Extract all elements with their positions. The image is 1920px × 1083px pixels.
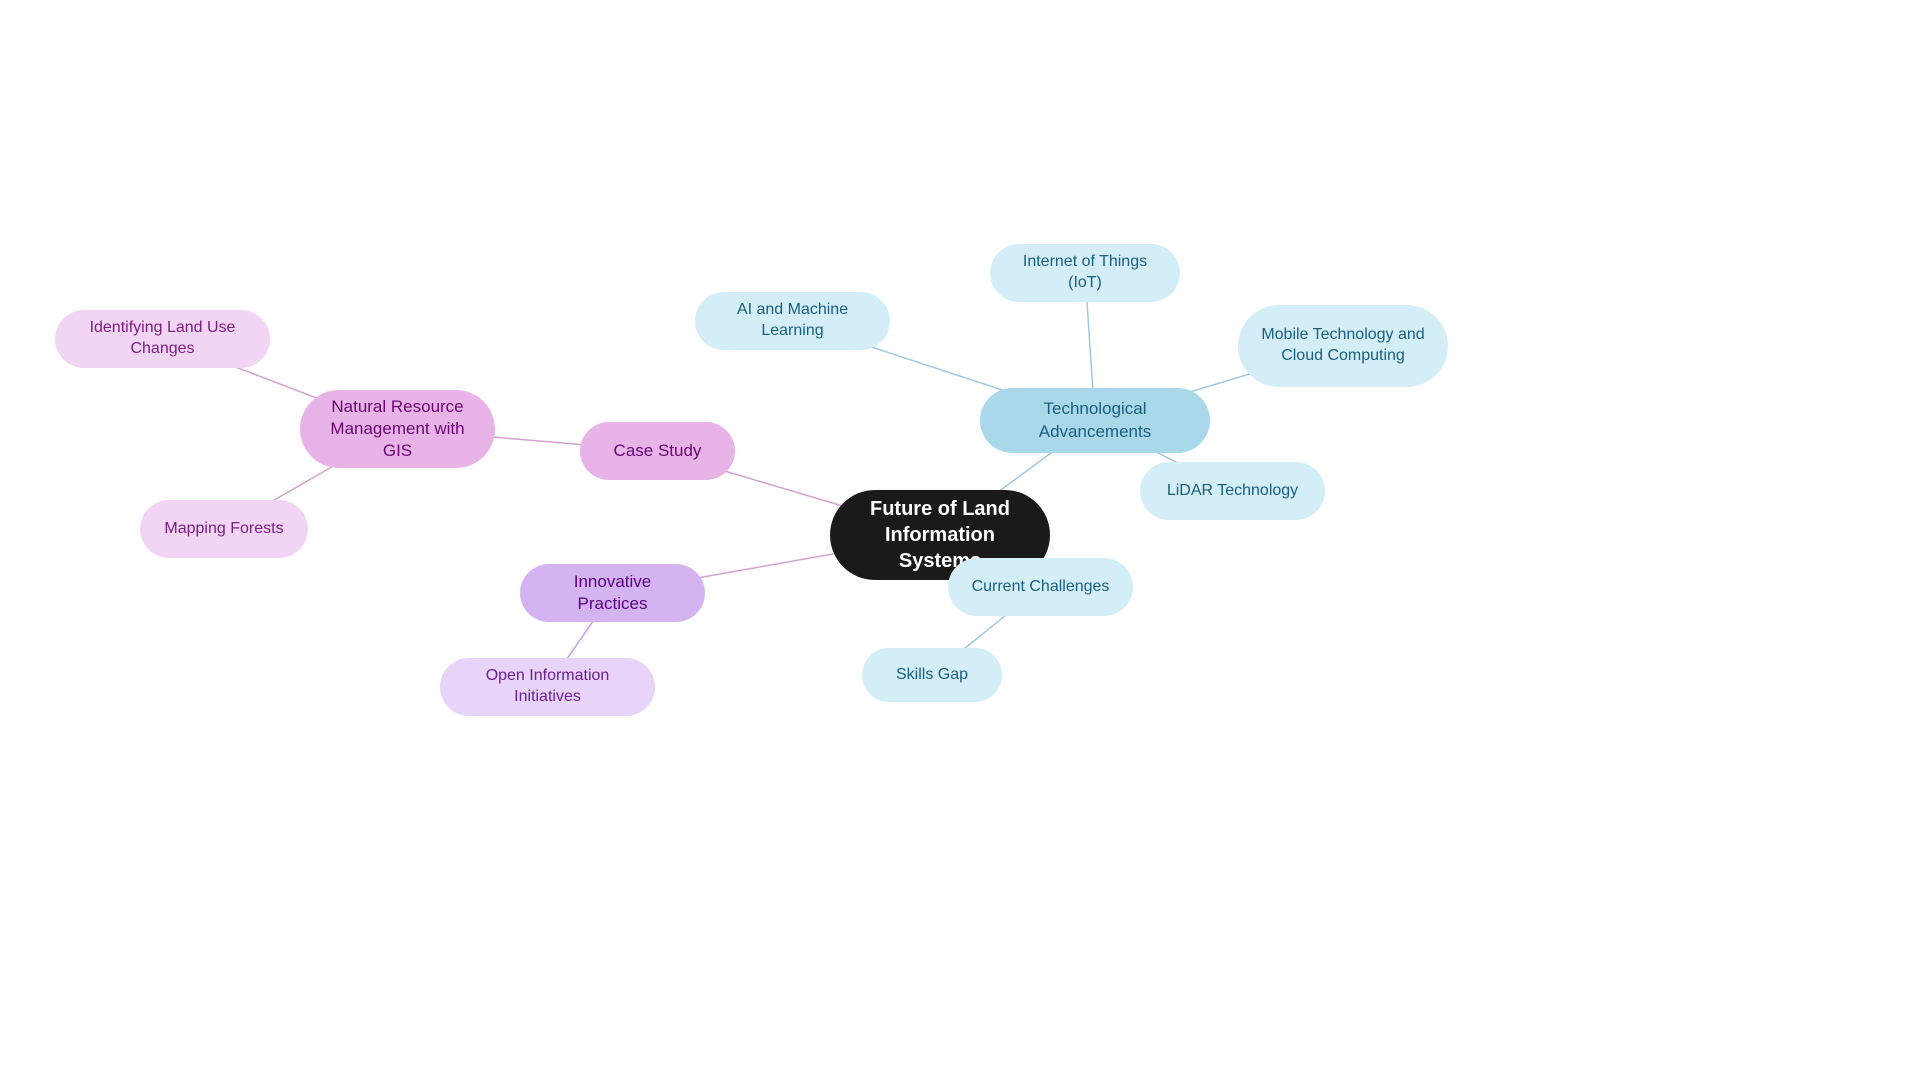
current-challenges-node[interactable]: Current Challenges (948, 558, 1133, 616)
tech-adv-label: Technological Advancements (1002, 398, 1188, 442)
skills-gap-node[interactable]: Skills Gap (862, 648, 1002, 702)
technological-advancements-node[interactable]: Technological Advancements (980, 388, 1210, 453)
lidar-label: LiDAR Technology (1167, 481, 1298, 502)
natural-resource-label: Natural Resource Management with GIS (322, 396, 473, 462)
identifying-node[interactable]: Identifying Land Use Changes (55, 310, 270, 368)
iot-label: Internet of Things (IoT) (1012, 252, 1158, 294)
open-information-node[interactable]: Open Information Initiatives (440, 658, 655, 716)
mapping-forests-label: Mapping Forests (164, 519, 283, 540)
mobile-technology-node[interactable]: Mobile Technology and Cloud Computing (1238, 305, 1448, 387)
skills-gap-label: Skills Gap (896, 665, 968, 686)
innovative-practices-node[interactable]: Innovative Practices (520, 564, 705, 622)
innovative-practices-label: Innovative Practices (542, 571, 683, 615)
mobile-tech-label: Mobile Technology and Cloud Computing (1260, 325, 1426, 367)
iot-node[interactable]: Internet of Things (IoT) (990, 244, 1180, 302)
case-study-label: Case Study (614, 440, 702, 462)
current-challenges-label: Current Challenges (972, 577, 1110, 598)
identifying-label: Identifying Land Use Changes (77, 318, 248, 360)
mapping-forests-node[interactable]: Mapping Forests (140, 500, 308, 558)
case-study-node[interactable]: Case Study (580, 422, 735, 480)
open-information-label: Open Information Initiatives (462, 666, 633, 708)
natural-resource-node[interactable]: Natural Resource Management with GIS (300, 390, 495, 468)
ai-machine-learning-node[interactable]: AI and Machine Learning (695, 292, 890, 350)
ai-ml-label: AI and Machine Learning (717, 300, 868, 342)
lidar-node[interactable]: LiDAR Technology (1140, 462, 1325, 520)
